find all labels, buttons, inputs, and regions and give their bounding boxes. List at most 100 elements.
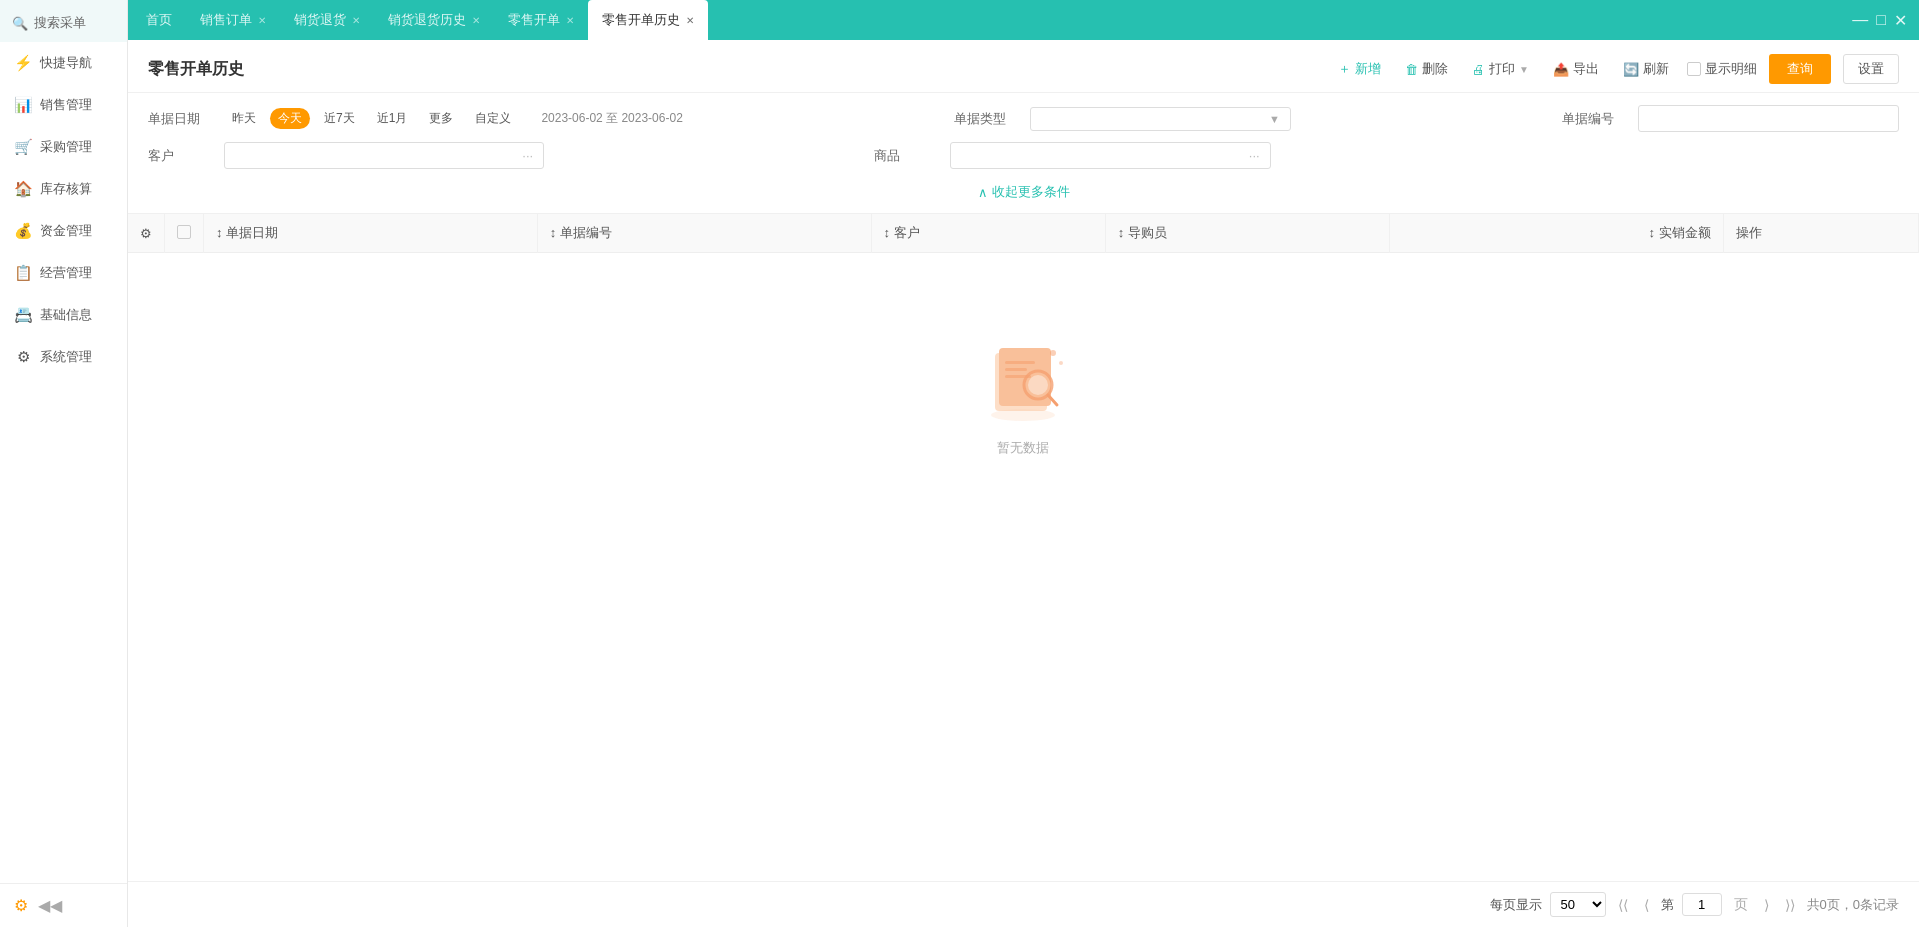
sidebar-item-base-info[interactable]: 📇基础信息 bbox=[0, 294, 127, 336]
empty-state: 暂无数据 bbox=[128, 253, 1919, 497]
tab-sales-order[interactable]: 销售订单✕ bbox=[186, 0, 280, 40]
filter-row-1: 单据日期 昨天今天近7天近1月更多自定义 2023-06-02 至 2023-0… bbox=[148, 105, 1899, 132]
goods-dots-icon: ··· bbox=[1249, 148, 1260, 163]
select-all-checkbox[interactable] bbox=[177, 225, 191, 239]
window-close-icon[interactable]: ✕ bbox=[1894, 11, 1907, 30]
sidebar-item-sales-mgmt[interactable]: 📊 销售管理 bbox=[0, 84, 127, 126]
table-header-row: ⚙ ↕ 单据日期 ↕ 单据编号 ↕ 客户 bbox=[128, 214, 1919, 253]
sidebar-icon-purchase-mgmt: 🛒 bbox=[14, 138, 32, 156]
goods-select[interactable]: ··· bbox=[950, 142, 1270, 169]
sidebar-nav: ⚡快捷导航 📊 销售管理 🛒采购管理 🏠 库存核算 💰 资金管理 📋经营管理📇基础信息 ⚙ 系统管理 bbox=[0, 42, 127, 883]
sidebar-label-quick-nav: 快捷导航 bbox=[40, 54, 92, 72]
current-page-input[interactable] bbox=[1682, 893, 1722, 916]
page-body: 零售开单历史 ＋ 新增 🗑 删除 🖨 打印 ▼ 📤 导出 bbox=[128, 40, 1919, 927]
per-page-select[interactable]: 50 10 20 100 bbox=[1550, 892, 1606, 917]
date-opt-yesterday[interactable]: 昨天 bbox=[224, 108, 264, 129]
table-col-customer[interactable]: ↕ 客户 bbox=[871, 214, 1105, 253]
delete-button[interactable]: 🗑 删除 bbox=[1399, 56, 1454, 82]
add-icon: ＋ bbox=[1338, 60, 1351, 78]
sidebar-item-purchase-mgmt[interactable]: 🛒采购管理 bbox=[0, 126, 127, 168]
tab-label-home: 首页 bbox=[146, 11, 172, 29]
tab-label-sales-return-history: 销货退货历史 bbox=[388, 11, 466, 29]
window-minimize-icon[interactable]: — bbox=[1852, 11, 1868, 29]
sidebar-collapse-icon[interactable]: ◀◀ bbox=[38, 896, 62, 915]
filter-area: 单据日期 昨天今天近7天近1月更多自定义 2023-06-02 至 2023-0… bbox=[128, 93, 1919, 214]
sidebar-icon-finance: 💰 bbox=[14, 222, 32, 240]
window-maximize-icon[interactable]: □ bbox=[1876, 11, 1886, 29]
table-col-salesperson[interactable]: ↕ 导购员 bbox=[1105, 214, 1389, 253]
date-opt-custom[interactable]: 自定义 bbox=[467, 108, 519, 129]
empty-illustration bbox=[973, 333, 1073, 423]
refresh-icon: 🔄 bbox=[1623, 62, 1639, 77]
date-opt-today[interactable]: 今天 bbox=[270, 108, 310, 129]
sidebar: 🔍 搜索采单 ⚡快捷导航 📊 销售管理 🛒采购管理 🏠 库存核算 💰 资金管理 📋经营管理📇基础… bbox=[0, 0, 128, 927]
date-range-display: 2023-06-02 至 2023-06-02 bbox=[541, 110, 682, 127]
show-detail-checkbox[interactable] bbox=[1687, 62, 1701, 76]
sidebar-item-sys-mgmt[interactable]: ⚙ 系统管理 bbox=[0, 336, 127, 378]
prev-page-btn[interactable]: ⟨ bbox=[1640, 895, 1653, 915]
sidebar-item-inventory[interactable]: 🏠 库存核算 bbox=[0, 168, 127, 210]
sidebar-item-finance[interactable]: 💰 资金管理 bbox=[0, 210, 127, 252]
tab-sales-return[interactable]: 销货退货✕ bbox=[280, 0, 374, 40]
empty-row: 暂无数据 bbox=[128, 253, 1919, 498]
first-page-btn[interactable]: ⟨⟨ bbox=[1614, 895, 1632, 915]
sidebar-label-sys-mgmt: 系统管理 bbox=[40, 348, 92, 366]
sidebar-label-inventory: 库存核算 bbox=[40, 180, 92, 198]
date-opt-last1month[interactable]: 近1月 bbox=[369, 108, 416, 129]
refresh-button[interactable]: 🔄 刷新 bbox=[1617, 56, 1675, 82]
page-title: 零售开单历史 bbox=[148, 59, 244, 80]
query-button[interactable]: 查询 bbox=[1769, 54, 1831, 84]
doc-no-label: 单据编号 bbox=[1562, 110, 1622, 128]
print-icon: 🖨 bbox=[1472, 62, 1485, 77]
sidebar-label-sales-mgmt: 销售管理 bbox=[40, 96, 92, 114]
table-col-no[interactable]: ↕ 单据编号 bbox=[537, 214, 871, 253]
tab-label-retail-open-history: 零售开单历史 bbox=[602, 11, 680, 29]
sidebar-item-operations[interactable]: 📋经营管理 bbox=[0, 252, 127, 294]
date-opt-more[interactable]: 更多 bbox=[421, 108, 461, 129]
sidebar-search[interactable]: 🔍 搜索采单 bbox=[0, 0, 127, 42]
setting-button[interactable]: 设置 bbox=[1843, 54, 1899, 84]
per-page-label: 每页显示 bbox=[1490, 896, 1542, 914]
tab-close-retail-open[interactable]: ✕ bbox=[566, 15, 574, 26]
export-button[interactable]: 📤 导出 bbox=[1547, 56, 1605, 82]
date-opt-last7days[interactable]: 近7天 bbox=[316, 108, 363, 129]
collapse-filters-btn[interactable]: ∧ 收起更多条件 bbox=[148, 179, 1899, 205]
svg-point-9 bbox=[1050, 350, 1056, 356]
doc-no-input[interactable] bbox=[1638, 105, 1899, 132]
goods-label: 商品 bbox=[874, 147, 934, 165]
table-col-amount[interactable]: ↕ 实销金额 bbox=[1389, 214, 1723, 253]
sidebar-icon-sales-mgmt: 📊 bbox=[14, 96, 32, 114]
sidebar-label-finance: 资金管理 bbox=[40, 222, 92, 240]
tab-home[interactable]: 首页 bbox=[132, 0, 186, 40]
settings-icon[interactable]: ⚙ bbox=[14, 896, 28, 915]
search-icon: 🔍 bbox=[12, 16, 28, 31]
customer-select[interactable]: ··· bbox=[224, 142, 544, 169]
last-page-btn[interactable]: ⟩⟩ bbox=[1781, 895, 1799, 915]
print-button[interactable]: 🖨 打印 ▼ bbox=[1466, 56, 1535, 82]
tab-retail-open-history[interactable]: 零售开单历史 ✕ bbox=[588, 0, 708, 40]
table-col-action: 操作 bbox=[1723, 214, 1918, 253]
sidebar-item-quick-nav[interactable]: ⚡快捷导航 bbox=[0, 42, 127, 84]
tab-label-retail-open: 零售开单 bbox=[508, 11, 560, 29]
main-content: 首页销售订单✕销货退货✕ 销货退货历史 ✕ 零售开单 ✕ 零售开单历史 ✕ — □ ✕ 零售… bbox=[128, 0, 1919, 927]
tab-retail-open[interactable]: 零售开单 ✕ bbox=[494, 0, 588, 40]
add-button[interactable]: ＋ 新增 bbox=[1332, 56, 1387, 82]
tab-close-sales-order[interactable]: ✕ bbox=[258, 15, 266, 26]
sidebar-icon-inventory: 🏠 bbox=[14, 180, 32, 198]
table-col-checkbox[interactable] bbox=[165, 214, 204, 253]
export-icon: 📤 bbox=[1553, 62, 1569, 77]
tab-sales-return-history[interactable]: 销货退货历史 ✕ bbox=[374, 0, 494, 40]
tab-close-sales-return-history[interactable]: ✕ bbox=[472, 15, 480, 26]
next-page-btn[interactable]: ⟩ bbox=[1760, 895, 1773, 915]
filter-row-2: 客户 ··· 商品 ··· bbox=[148, 142, 1899, 169]
doc-type-select[interactable]: ▼ bbox=[1030, 107, 1291, 131]
chevron-up-icon: ∧ bbox=[978, 185, 988, 200]
tab-close-retail-open-history[interactable]: ✕ bbox=[686, 15, 694, 26]
show-detail-toggle[interactable]: 显示明细 bbox=[1687, 60, 1757, 78]
table-col-date[interactable]: ↕ 单据日期 bbox=[204, 214, 538, 253]
sidebar-icon-operations: 📋 bbox=[14, 264, 32, 282]
svg-rect-4 bbox=[1005, 368, 1027, 371]
tab-close-sales-return[interactable]: ✕ bbox=[352, 15, 360, 26]
sidebar-icon-sys-mgmt: ⚙ bbox=[14, 348, 32, 366]
table-col-settings[interactable]: ⚙ bbox=[128, 214, 165, 253]
